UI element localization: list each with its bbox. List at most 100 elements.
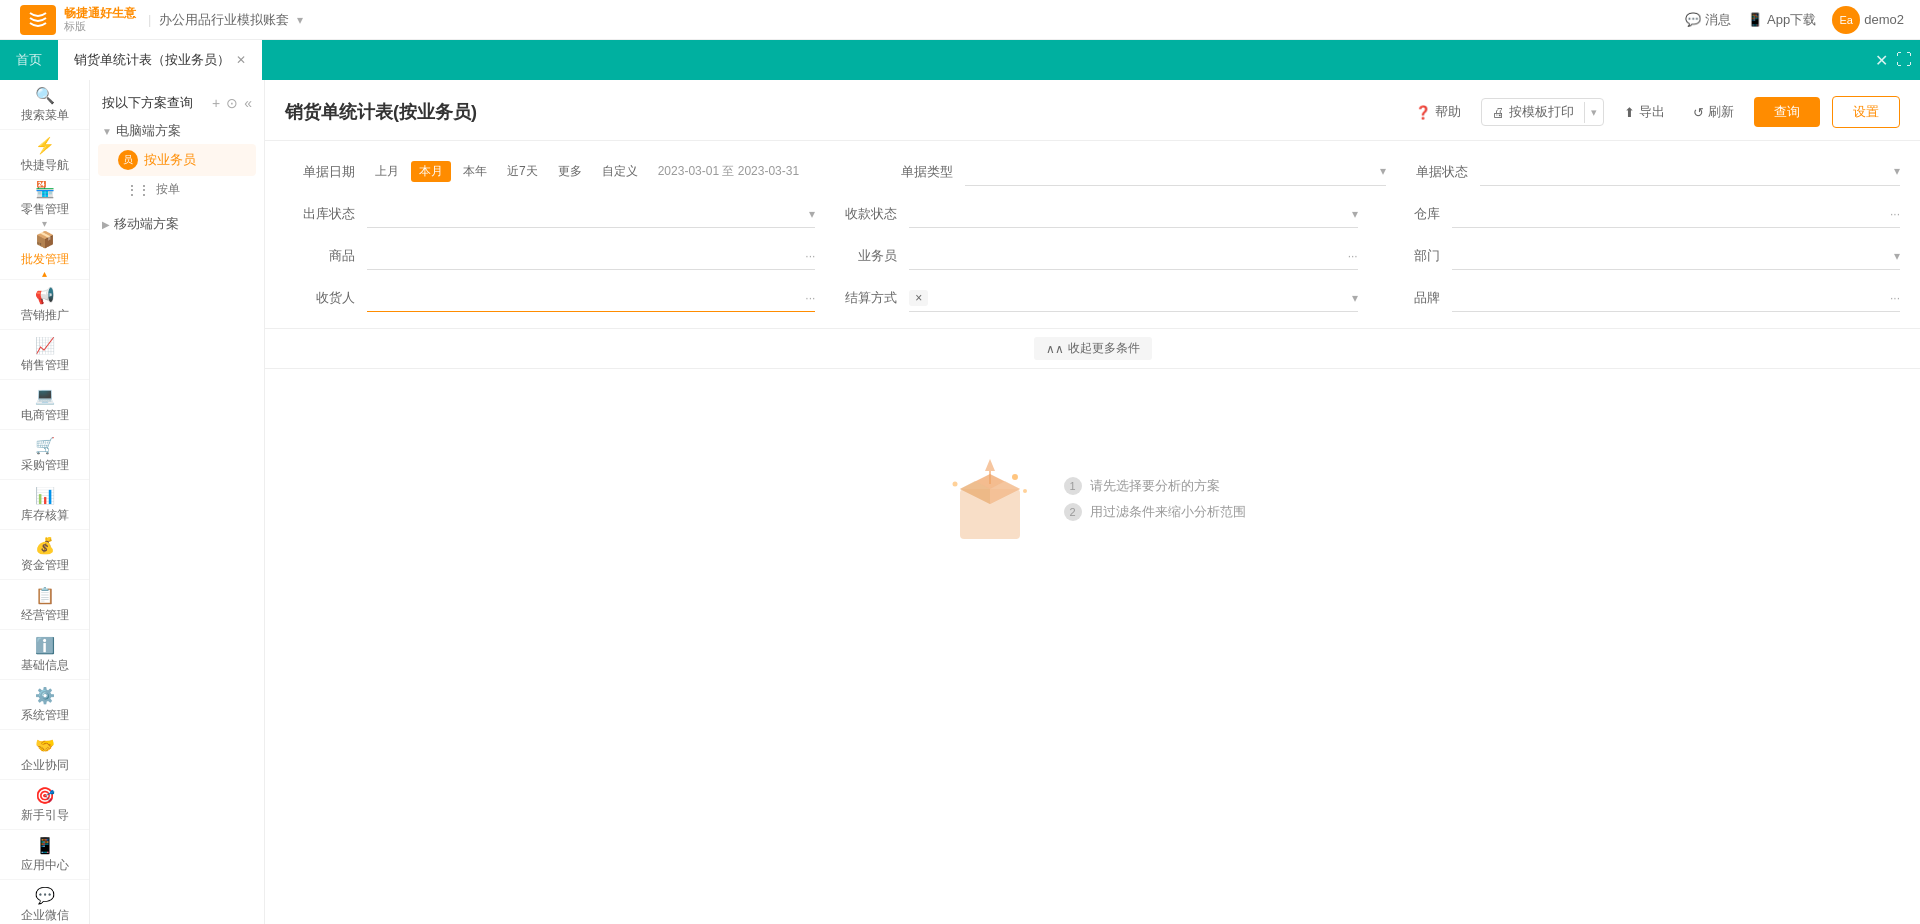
scheme-item-salesman[interactable]: 员 按业务员 [98, 144, 256, 176]
workspace-caret[interactable]: ▾ [297, 13, 303, 27]
collapse-more-btn[interactable]: ∧∧ 收起更多条件 [1034, 337, 1152, 360]
sidebar-item-system[interactable]: ⚙️ 系统管理 [0, 680, 89, 730]
date-btn-this-month[interactable]: 本月 [411, 161, 451, 182]
empty-state-content: 1 请先选择要分析的方案 2 用过滤条件来缩小分析范围 [940, 449, 1246, 549]
sidebar-item-finance[interactable]: 💰 资金管理 [0, 530, 89, 580]
out-status-control[interactable]: ▾ [367, 200, 815, 228]
content-area: 销货单统计表(按业务员) ❓ 帮助 🖨 按模板打印 ▾ ⬆ [265, 80, 1920, 924]
desktop-group-label: 电脑端方案 [116, 122, 181, 140]
salesman-control[interactable]: ··· [909, 242, 1357, 270]
salesman-dots: ··· [1348, 249, 1358, 263]
doc-type-caret: ▾ [1380, 164, 1386, 178]
svg-point-6 [952, 482, 957, 487]
collect-status-control[interactable]: ▾ [909, 200, 1357, 228]
close-all-icon[interactable]: ✕ [1875, 51, 1888, 70]
help-btn[interactable]: ❓ 帮助 [1407, 99, 1469, 125]
settlement-control[interactable]: × ▾ [909, 284, 1357, 312]
user-name: demo2 [1864, 12, 1904, 27]
sidebar-label-wechat: 企业微信 [21, 907, 69, 924]
svg-marker-7 [985, 459, 995, 471]
sidebar-label-appcenter: 应用中心 [21, 857, 69, 874]
sidebar-item-wholesale[interactable]: 📦 批发管理 ▴ [0, 230, 89, 280]
tip-text-2: 用过滤条件来缩小分析范围 [1090, 503, 1246, 521]
refresh-icon: ↺ [1693, 105, 1704, 120]
sidebar-label-newbie: 新手引导 [21, 807, 69, 824]
collect-status-label: 收款状态 [827, 205, 897, 223]
tab-sales-stats[interactable]: 销货单统计表（按业务员） ✕ [58, 40, 262, 80]
message-btn[interactable]: 💬 消息 [1685, 11, 1731, 29]
sidebar-item-enterprise[interactable]: 🤝 企业协同 [0, 730, 89, 780]
date-btn-this-year[interactable]: 本年 [455, 161, 495, 182]
top-header-left: 畅捷通好生意 标版 | 办公用品行业模拟账套 ▾ [16, 1, 303, 39]
sidebar-item-marketing[interactable]: 📢 营销推广 [0, 280, 89, 330]
export-btn[interactable]: ⬆ 导出 [1616, 99, 1673, 125]
sidebar-label-purchase: 采购管理 [21, 457, 69, 474]
print-label: 按模板打印 [1509, 103, 1574, 121]
doc-status-control[interactable]: ▾ [1480, 158, 1900, 186]
sidebar-item-sales[interactable]: 📈 销售管理 [0, 330, 89, 380]
settlement-tag: × [909, 290, 928, 306]
settings-btn[interactable]: 设置 [1832, 96, 1900, 128]
date-btn-more[interactable]: 更多 [550, 161, 590, 182]
help-icon: ❓ [1415, 105, 1431, 120]
date-btn-custom[interactable]: 自定义 [594, 161, 646, 182]
message-label: 消息 [1705, 11, 1731, 29]
empty-illustration [940, 449, 1040, 549]
expand-desktop-icon: ▼ [102, 126, 112, 137]
svg-point-5 [1023, 489, 1027, 493]
top-header-right: 💬 消息 📱 App下载 Ea demo2 [1685, 6, 1904, 34]
print-main[interactable]: 🖨 按模板打印 [1482, 99, 1584, 125]
mobile-scheme-group-title[interactable]: ▶ 移动端方案 [98, 211, 256, 237]
date-filter-buttons: 上月 本月 本年 近7天 更多 自定义 2023-03-01 至 2023-03… [367, 161, 871, 182]
sidebar-item-purchase[interactable]: 🛒 采购管理 [0, 430, 89, 480]
tip-num-1: 1 [1064, 477, 1082, 495]
consignee-control[interactable]: ··· [367, 284, 815, 312]
goods-control[interactable]: ··· [367, 242, 815, 270]
appcenter-icon: 📱 [35, 836, 55, 855]
sidebar-label-sales: 销售管理 [21, 357, 69, 374]
desktop-scheme-group-title[interactable]: ▼ 电脑端方案 [98, 118, 256, 144]
collapse-panel-btn[interactable]: « [244, 95, 252, 111]
tab-bar: 首页 销货单统计表（按业务员） ✕ ✕ ⛶ [0, 40, 1920, 80]
doc-type-label: 单据类型 [883, 163, 953, 181]
add-scheme-btn[interactable]: + [212, 95, 220, 111]
date-range-text: 2023-03-01 至 2023-03-31 [658, 163, 799, 180]
print-btn[interactable]: 🖨 按模板打印 ▾ [1481, 98, 1604, 126]
warehouse-control[interactable]: ··· [1452, 200, 1900, 228]
sidebar-item-inventory[interactable]: 📊 库存核算 [0, 480, 89, 530]
sidebar-item-basic[interactable]: ℹ️ 基础信息 [0, 630, 89, 680]
query-btn[interactable]: 查询 [1754, 97, 1820, 127]
refresh-btn[interactable]: ↺ 刷新 [1685, 99, 1742, 125]
collapse-label: 收起更多条件 [1068, 340, 1140, 357]
ecommerce-icon: 💻 [35, 386, 55, 405]
sidebar-item-operations[interactable]: 📋 经营管理 [0, 580, 89, 630]
date-btn-last-month[interactable]: 上月 [367, 161, 407, 182]
sidebar-item-quicknav[interactable]: ⚡ 快捷导航 [0, 130, 89, 180]
tag-close-icon[interactable]: × [915, 291, 922, 305]
doc-type-control[interactable]: ▾ [965, 158, 1385, 186]
sidebar-item-appcenter[interactable]: 📱 应用中心 [0, 830, 89, 880]
sidebar-item-ecommerce[interactable]: 💻 电商管理 [0, 380, 89, 430]
date-btn-7days[interactable]: 近7天 [499, 161, 546, 182]
user-area[interactable]: Ea demo2 [1832, 6, 1904, 34]
tab-close-icon[interactable]: ✕ [236, 53, 246, 67]
brand-control[interactable]: ··· [1452, 284, 1900, 312]
dept-control[interactable]: ▾ [1452, 242, 1900, 270]
maximize-icon[interactable]: ⛶ [1896, 51, 1912, 69]
download-icon: 📱 [1747, 12, 1763, 27]
svg-point-4 [1012, 474, 1018, 480]
tab-home[interactable]: 首页 [0, 40, 58, 80]
scheme-subitem-order[interactable]: ⋮⋮ 按单 [98, 176, 256, 203]
newbie-icon: 🎯 [35, 786, 55, 805]
sidebar-item-wechat[interactable]: 💬 企业微信 [0, 880, 89, 924]
tab-sales-stats-label: 销货单统计表（按业务员） [74, 51, 230, 69]
sidebar-item-retail[interactable]: 🏪 零售管理 ▾ [0, 180, 89, 230]
filter-row-1: 单据日期 上月 本月 本年 近7天 更多 自定义 2023-03-01 至 20… [285, 157, 1900, 186]
workspace-title: 办公用品行业模拟账套 [159, 11, 289, 29]
sidebar-item-search[interactable]: 🔍 搜索菜单 [0, 80, 89, 130]
sidebar-label-enterprise: 企业协同 [21, 757, 69, 774]
print-arrow[interactable]: ▾ [1584, 102, 1603, 123]
edit-scheme-btn[interactable]: ⊙ [226, 95, 238, 111]
app-download-btn[interactable]: 📱 App下载 [1747, 11, 1816, 29]
sidebar-item-newbie[interactable]: 🎯 新手引导 [0, 780, 89, 830]
